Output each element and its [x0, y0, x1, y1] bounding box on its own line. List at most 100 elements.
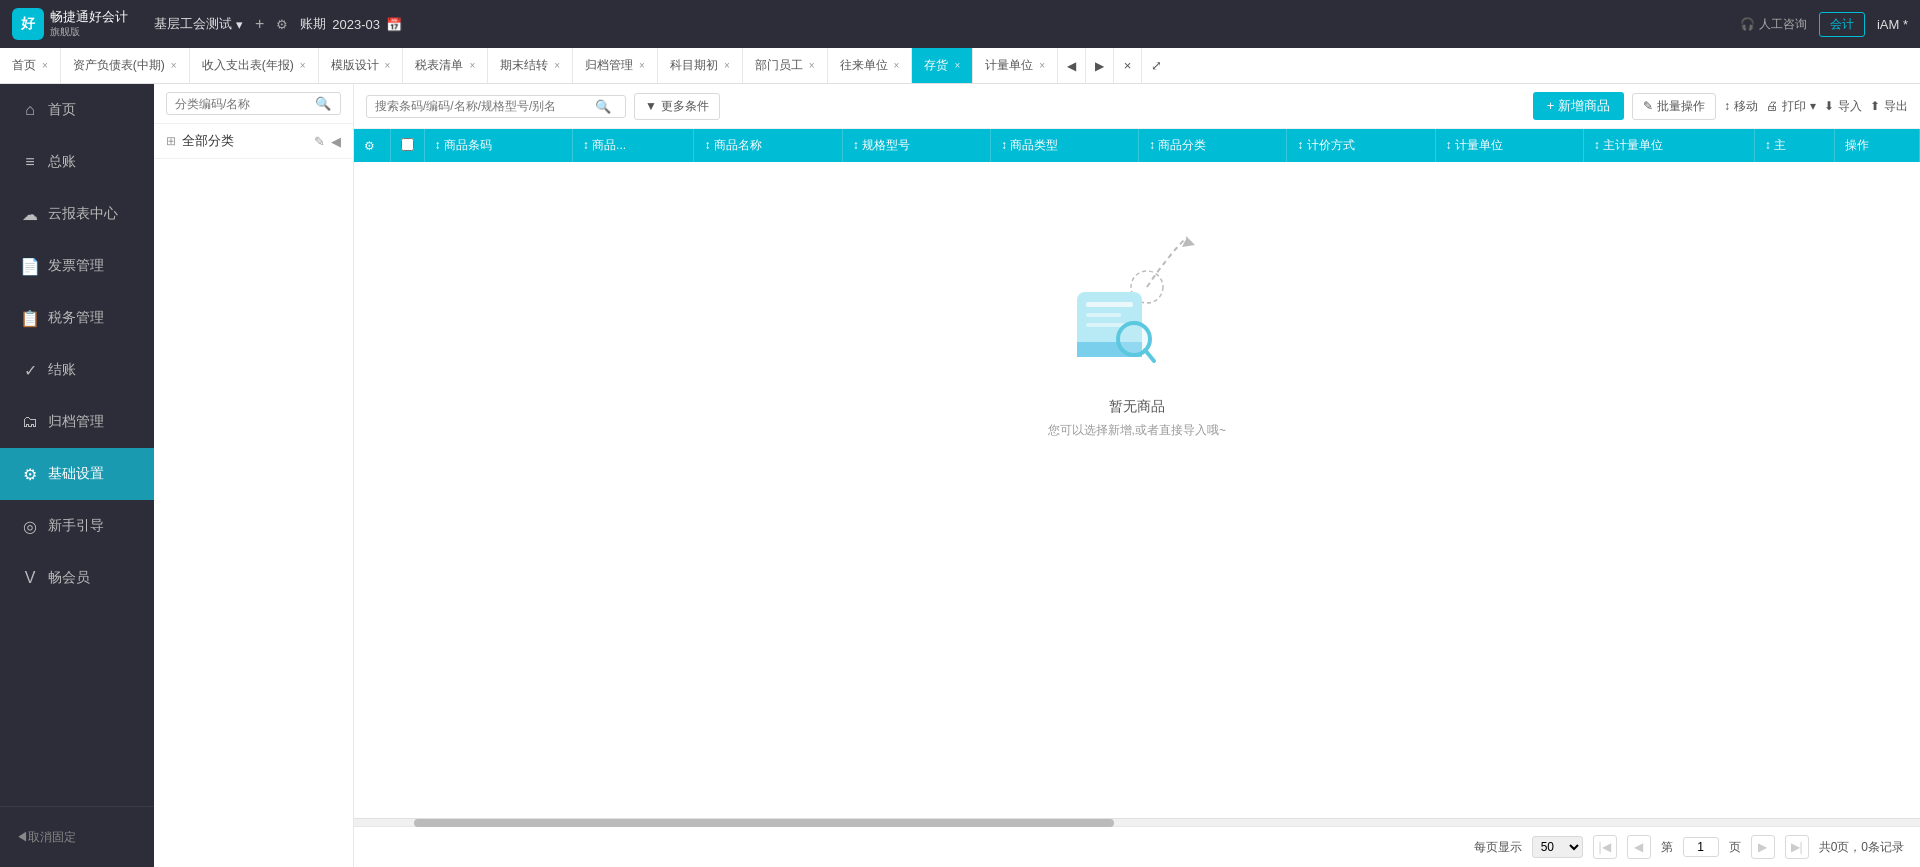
tab-contacts-close-icon[interactable]: ×: [894, 60, 900, 71]
account-button[interactable]: 会计: [1819, 12, 1865, 37]
th-spec-label: ↕ 规格型号: [853, 138, 910, 152]
tab-subject-close-icon[interactable]: ×: [724, 60, 730, 71]
tab-archive-close-icon[interactable]: ×: [639, 60, 645, 71]
tab-template[interactable]: 模版设计 ×: [319, 48, 404, 84]
sidebar-item-home[interactable]: ⌂ 首页: [0, 84, 154, 136]
company-selector[interactable]: 基层工会测试 ▾: [154, 15, 243, 33]
collapse-panel-icon[interactable]: ◀: [331, 134, 341, 149]
page-next-button[interactable]: ▶: [1751, 835, 1775, 859]
sidebar-item-member[interactable]: V 畅会员: [0, 552, 154, 604]
sidebar: ⌂ 首页 ≡ 总账 ☁ 云报表中心 📄 发票管理 📋 税务管理 ✓ 结账 🗂 归…: [0, 84, 154, 867]
export-label: 导出: [1884, 98, 1908, 115]
edit-category-icon[interactable]: ✎: [314, 134, 325, 149]
new-product-button[interactable]: + 新增商品: [1533, 92, 1624, 120]
sidebar-bottom: ◀取消固定: [0, 806, 154, 867]
invoice-icon: 📄: [20, 257, 40, 276]
tab-tax-close-icon[interactable]: ×: [469, 60, 475, 71]
scroll-thumb[interactable]: [414, 819, 1114, 827]
tab-period-carry[interactable]: 期末结转 ×: [488, 48, 573, 84]
tab-next-button[interactable]: ▶: [1086, 48, 1114, 84]
tab-prev-button[interactable]: ◀: [1058, 48, 1086, 84]
tab-inventory-close-icon[interactable]: ×: [954, 60, 960, 71]
calendar-icon[interactable]: 📅: [386, 17, 402, 32]
page-input[interactable]: [1683, 837, 1719, 857]
page-label-prefix: 第: [1661, 839, 1673, 856]
import-button[interactable]: ⬇ 导入: [1824, 98, 1862, 115]
total-records-label: 共0页，0条记录: [1819, 839, 1904, 856]
settings-gear-icon[interactable]: ⚙: [276, 17, 288, 32]
tab-expand-button[interactable]: ⤢: [1142, 48, 1170, 84]
tab-subject[interactable]: 科目期初 ×: [658, 48, 743, 84]
app-logo-icon: 好: [12, 8, 44, 40]
tab-unit-label: 计量单位: [985, 57, 1033, 74]
sidebar-item-invoice[interactable]: 📄 发票管理: [0, 240, 154, 292]
tab-income[interactable]: 收入支出表(年报) ×: [190, 48, 319, 84]
tab-balance-sheet[interactable]: 资产负债表(中期) ×: [61, 48, 190, 84]
more-filter-button[interactable]: ▼ 更多条件: [634, 93, 720, 120]
tab-contacts[interactable]: 往来单位 ×: [828, 48, 913, 84]
sidebar-label-reports: 云报表中心: [48, 205, 118, 223]
sidebar-item-guide[interactable]: ◎ 新手引导: [0, 500, 154, 552]
all-categories-label: 全部分类: [182, 132, 234, 150]
header-right: 🎧 人工咨询 会计 iAM *: [1740, 12, 1908, 37]
th-gear[interactable]: ⚙: [354, 129, 390, 162]
product-search-icon[interactable]: 🔍: [595, 99, 611, 114]
sidebar-item-ledger[interactable]: ≡ 总账: [0, 136, 154, 188]
tab-dept-close-icon[interactable]: ×: [809, 60, 815, 71]
move-button[interactable]: ↕ 移动: [1724, 98, 1758, 115]
tab-tax[interactable]: 税表清单 ×: [403, 48, 488, 84]
print-button[interactable]: 🖨 打印 ▾: [1766, 98, 1816, 115]
consult-button[interactable]: 🎧 人工咨询: [1740, 16, 1807, 33]
sidebar-item-checkout[interactable]: ✓ 结账: [0, 344, 154, 396]
unpin-button[interactable]: ◀取消固定: [0, 817, 154, 857]
sidebar-item-archive[interactable]: 🗂 归档管理: [0, 396, 154, 448]
th-checkbox[interactable]: [390, 129, 424, 162]
iam-label: iAM *: [1877, 17, 1908, 32]
horizontal-scrollbar[interactable]: [354, 818, 1920, 826]
tab-unit-close-icon[interactable]: ×: [1039, 60, 1045, 71]
th-barcode: ↕ 商品条码: [424, 129, 572, 162]
sidebar-item-reports[interactable]: ☁ 云报表中心: [0, 188, 154, 240]
page-first-button[interactable]: |◀: [1593, 835, 1617, 859]
app-name: 畅捷通好会计: [50, 9, 128, 25]
th-barcode-label: ↕ 商品条码: [435, 138, 492, 152]
select-all-checkbox[interactable]: [401, 138, 414, 151]
sidebar-item-tax[interactable]: 📋 税务管理: [0, 292, 154, 344]
tab-close-all-button[interactable]: ×: [1114, 48, 1142, 84]
tabs-bar: 首页 × 资产负债表(中期) × 收入支出表(年报) × 模版设计 × 税表清单…: [0, 48, 1920, 84]
page-prev-button[interactable]: ◀: [1627, 835, 1651, 859]
sidebar-item-settings[interactable]: ⚙ 基础设置: [0, 448, 154, 500]
tab-inventory[interactable]: 存货 ×: [912, 48, 973, 84]
add-tab-button[interactable]: +: [255, 15, 264, 33]
th-type: ↕ 商品类型: [990, 129, 1138, 162]
tab-archive[interactable]: 归档管理 ×: [573, 48, 658, 84]
tab-unit[interactable]: 计量单位 ×: [973, 48, 1058, 84]
logo-text-wrap: 畅捷通好会计 旗舰版: [50, 9, 128, 39]
export-button[interactable]: ⬆ 导出: [1870, 98, 1908, 115]
tab-dept[interactable]: 部门员工 ×: [743, 48, 828, 84]
tab-dept-label: 部门员工: [755, 57, 803, 74]
app-edition: 旗舰版: [50, 25, 128, 39]
category-search-input[interactable]: [175, 97, 315, 111]
empty-text-main: 暂无商品: [1109, 398, 1165, 416]
tab-inventory-label: 存货: [924, 57, 948, 74]
tab-template-close-icon[interactable]: ×: [385, 60, 391, 71]
category-search-icon[interactable]: 🔍: [315, 96, 331, 111]
tab-period-carry-close-icon[interactable]: ×: [554, 60, 560, 71]
tab-balance-sheet-close-icon[interactable]: ×: [171, 60, 177, 71]
headset-icon: 🎧: [1740, 17, 1755, 31]
batch-ops-button[interactable]: ✎ 批量操作: [1632, 93, 1716, 120]
empty-row: 暂无商品 您可以选择新增,或者直接导入哦~: [354, 162, 1920, 499]
product-search-input[interactable]: [375, 99, 595, 113]
page-last-button[interactable]: ▶|: [1785, 835, 1809, 859]
page-size-select[interactable]: 50 10 20 100: [1532, 836, 1583, 858]
th-action-label: 操作: [1845, 138, 1869, 152]
tab-home[interactable]: 首页 ×: [0, 48, 61, 84]
th-price-method: ↕ 计价方式: [1287, 129, 1435, 162]
tab-template-label: 模版设计: [331, 57, 379, 74]
batch-icon: ✎: [1643, 99, 1653, 113]
tab-income-close-icon[interactable]: ×: [300, 60, 306, 71]
tab-balance-sheet-label: 资产负债表(中期): [73, 57, 165, 74]
guide-icon: ◎: [20, 517, 40, 536]
tab-home-close-icon[interactable]: ×: [42, 60, 48, 71]
